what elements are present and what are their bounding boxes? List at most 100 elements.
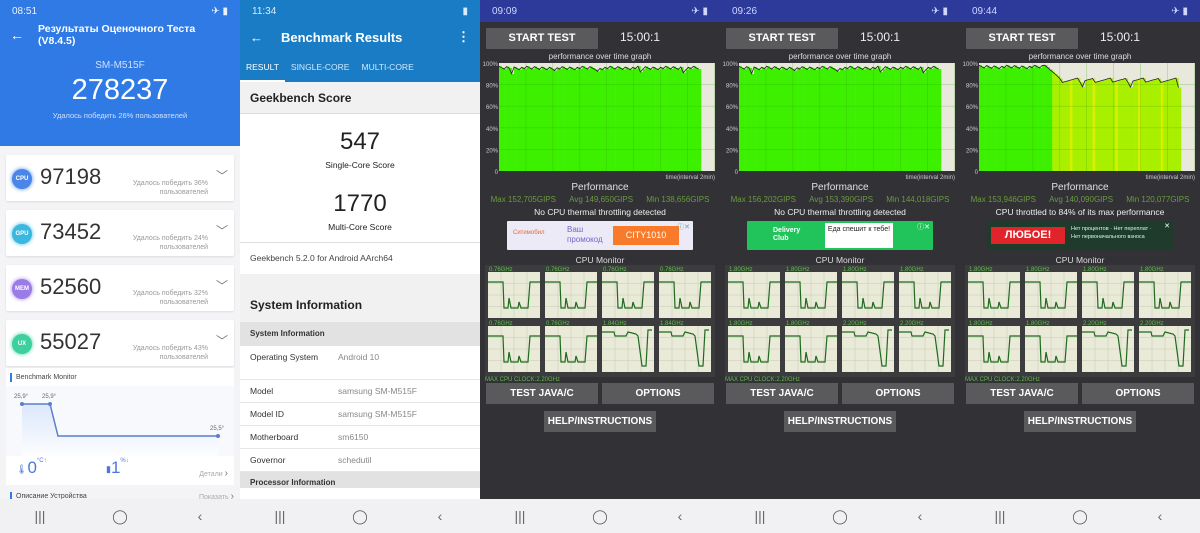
start-test-button[interactable]: START TEST [966, 28, 1078, 49]
performance-bar [804, 68, 808, 171]
system-info-row: Motherboard sm6150 [240, 426, 480, 449]
performance-bar [781, 67, 785, 171]
help-instructions-button[interactable]: HELP/INSTRUCTIONS [1024, 411, 1136, 432]
test-java-c-button[interactable]: TEST JAVA/C [486, 383, 598, 404]
back-arrow-icon[interactable]: ← [250, 30, 263, 45]
close-icon[interactable]: ⓘ✕ [677, 222, 690, 232]
score-card-ux[interactable]: UX 55027 Удалось победить 43% пользовате… [6, 320, 234, 366]
cpu-throttling-test-screen: 09:09 ✈ ▮ START TEST 15:00:1 performance … [480, 0, 720, 533]
performance-bar [1069, 80, 1073, 171]
ad-brand: Delivery Club [773, 227, 801, 242]
home-icon[interactable]: ◯ [1060, 508, 1100, 525]
score-card-cpu[interactable]: CPU 97198 Удалось победить 36% пользоват… [6, 155, 234, 201]
performance-bar [1148, 81, 1151, 171]
performance-bar [979, 65, 982, 171]
info-value: samsung SM-M515F [338, 409, 417, 419]
performance-bar [787, 69, 790, 171]
performance-label: Performance [1051, 182, 1109, 193]
ad-banner[interactable]: Delivery Club Еда спешит к тебе! ⓘ✕ [747, 221, 933, 250]
cpu-core-monitor: 1.80GHz 1.80GHz 1.80GHz 1.80GHz 1.80GHz 1.80G… [965, 265, 1195, 383]
cpu-throttling-test-screen: 09:26 ✈ ▮ START TEST 15:00:1 performance … [720, 0, 960, 533]
performance-bar [557, 67, 560, 171]
performance-bar [574, 69, 578, 171]
performance-bar [860, 68, 863, 171]
chevron-right-icon: › [224, 468, 228, 479]
score-card-mem[interactable]: MEM 52560 Удалось победить 32% пользоват… [6, 265, 234, 311]
performance-bar [1105, 79, 1109, 171]
start-test-button[interactable]: START TEST [486, 28, 598, 49]
performance-bar [541, 67, 545, 171]
recents-icon[interactable]: ||| [980, 508, 1020, 524]
home-icon[interactable]: ◯ [580, 508, 620, 525]
tab-single-core[interactable]: SINGLE-CORE [285, 52, 356, 82]
ad-banner[interactable]: Ситимобил Ваш промокод CITY1010 ⓘ✕ [507, 221, 693, 250]
performance-bar [653, 67, 656, 171]
performance-bar [741, 67, 745, 171]
back-icon[interactable]: ‹ [900, 508, 940, 524]
home-icon[interactable]: ◯ [340, 508, 380, 525]
back-icon[interactable]: ‹ [180, 508, 220, 524]
close-icon[interactable]: ⓘ✕ [917, 222, 930, 232]
geekbench-version: Geekbench 5.2.0 for Android AArch64 [240, 242, 480, 274]
test-java-c-button[interactable]: TEST JAVA/C [966, 383, 1078, 404]
back-icon[interactable]: ‹ [660, 508, 700, 524]
performance-bar [905, 66, 909, 171]
status-bar: 09:09 ✈ ▮ [480, 0, 720, 22]
test-java-c-button[interactable]: TEST JAVA/C [726, 383, 838, 404]
test-timer: 15:00:1 [620, 30, 661, 44]
performance-bar [1150, 80, 1154, 171]
performance-bar [1054, 73, 1058, 171]
home-icon[interactable]: ◯ [820, 508, 860, 525]
options-button[interactable]: OPTIONS [602, 383, 714, 404]
performance-bar [1110, 78, 1114, 171]
back-icon[interactable]: ‹ [420, 508, 460, 524]
performance-graph: 100% 80% 60% 40% 20% 0 time(interval 2min) [483, 62, 715, 181]
score-card-gpu[interactable]: GPU 73452 Удалось победить 24% пользоват… [6, 210, 234, 256]
performance-bar [739, 66, 742, 171]
performance-bar [870, 69, 874, 171]
chevron-down-icon[interactable]: ﹀ [216, 222, 228, 239]
tab-multi-core[interactable]: MULTI-CORE [355, 52, 419, 82]
performance-bar [1021, 65, 1025, 171]
chevron-down-icon[interactable]: ﹀ [216, 332, 228, 349]
more-options-icon[interactable]: ⋮ [457, 29, 470, 45]
status-icons: ✈ ▮ [691, 5, 708, 17]
close-icon[interactable]: ✕ [1164, 222, 1170, 230]
performance-bar [1090, 79, 1093, 171]
performance-bar [774, 66, 778, 171]
performance-bar [693, 66, 697, 171]
ad-banner[interactable]: ЛЮБОЕ! Нет процентов · Нет переплат · Не… [987, 221, 1173, 250]
performance-bar [683, 72, 687, 171]
performance-bar [1168, 80, 1172, 171]
performance-bar [903, 68, 906, 171]
back-arrow-icon[interactable]: ← [10, 27, 24, 43]
start-test-button[interactable]: START TEST [726, 28, 838, 49]
performance-bar [690, 68, 694, 171]
help-instructions-button[interactable]: HELP/INSTRUCTIONS [784, 411, 896, 432]
options-button[interactable]: OPTIONS [1082, 383, 1194, 404]
recents-icon[interactable]: ||| [740, 508, 780, 524]
details-link[interactable]: Детали › [199, 468, 228, 479]
options-button[interactable]: OPTIONS [842, 383, 954, 404]
back-icon[interactable]: ‹ [1140, 508, 1180, 524]
avg-gips: Avg 149,650GIPS [569, 195, 634, 204]
page-title: Benchmark Results [281, 29, 403, 45]
performance-bar [499, 66, 502, 171]
home-icon[interactable]: ◯ [100, 508, 140, 525]
y-tick-label: 0 [735, 170, 739, 176]
performance-bar [572, 68, 575, 171]
performance-bar [1160, 82, 1164, 171]
performance-bar [617, 66, 621, 171]
recents-icon[interactable]: ||| [20, 508, 60, 524]
recents-icon[interactable]: ||| [260, 508, 300, 524]
performance-bar [519, 69, 522, 171]
tab-result[interactable]: RESULT [240, 52, 285, 82]
recents-icon[interactable]: ||| [500, 508, 540, 524]
y-tick-label: 60% [966, 105, 979, 111]
help-instructions-button[interactable]: HELP/INSTRUCTIONS [544, 411, 656, 432]
chevron-down-icon[interactable]: ﹀ [216, 277, 228, 294]
performance-bar [1145, 82, 1149, 171]
chevron-down-icon[interactable]: ﹀ [216, 167, 228, 184]
performance-bar [925, 69, 929, 171]
performance-bar [612, 67, 616, 171]
